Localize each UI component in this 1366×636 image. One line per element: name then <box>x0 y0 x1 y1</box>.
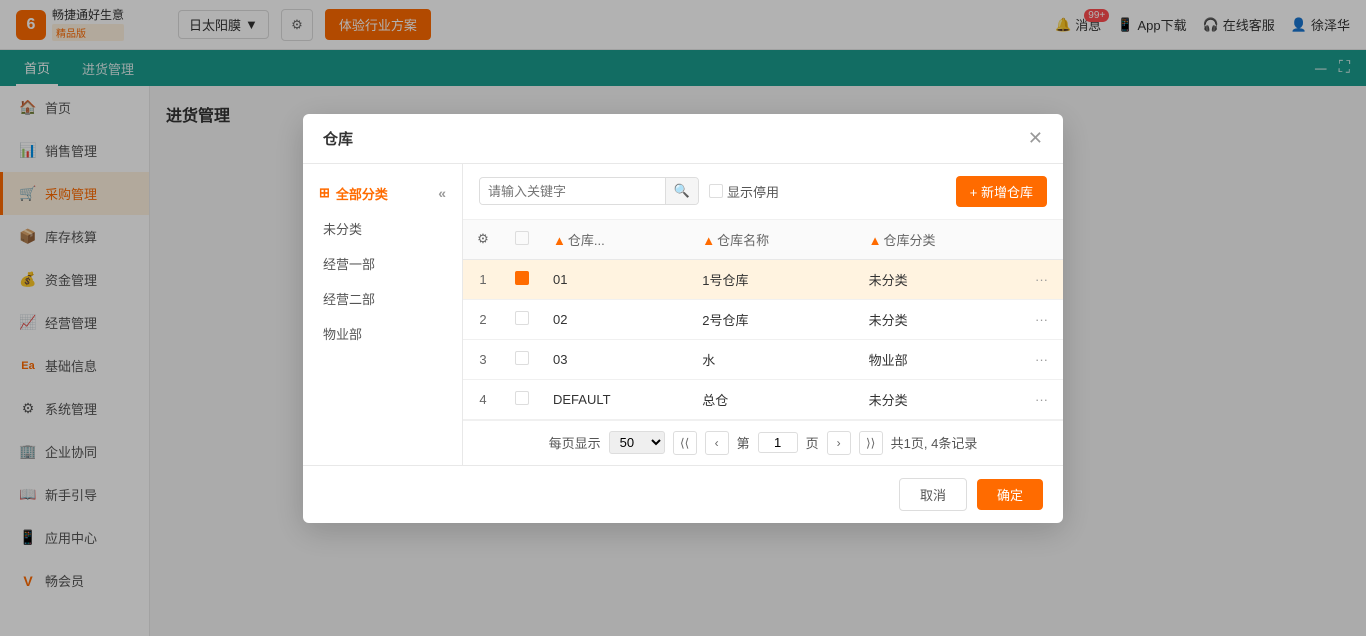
search-input[interactable] <box>480 179 665 204</box>
row-name: 2号仓库 <box>690 299 856 339</box>
modal-header: 仓库 ✕ <box>303 114 1063 164</box>
per-page-label: 每页显示 <box>549 433 601 452</box>
row-more-button[interactable]: ··· <box>1035 392 1048 407</box>
total-info: 共1页, 4条记录 <box>891 433 978 452</box>
prev-page-button[interactable]: ‹ <box>705 431 729 455</box>
modal-close-button[interactable]: ✕ <box>1028 129 1043 147</box>
row-checkbox[interactable] <box>503 299 541 339</box>
row-category: 物业部 <box>857 339 1023 379</box>
modal-title: 仓库 <box>323 128 353 149</box>
category-item-dept1[interactable]: 经营一部 <box>303 246 462 281</box>
row-more-button[interactable]: ··· <box>1035 312 1048 327</box>
pagination: 每页显示 50 20 100 ⟨⟨ ‹ 第 页 › <box>463 420 1063 465</box>
col-code: ▲仓库... <box>541 220 690 260</box>
search-icon[interactable]: 🔍 <box>665 178 698 204</box>
modal-footer: 取消 确定 <box>303 465 1063 523</box>
row-code: 01 <box>541 259 690 299</box>
per-page-select[interactable]: 50 20 100 <box>609 431 665 454</box>
collapse-icon[interactable]: « <box>438 185 446 201</box>
next-page-button[interactable]: › <box>827 431 851 455</box>
row-code: 03 <box>541 339 690 379</box>
header-checkbox[interactable] <box>515 231 529 245</box>
category-item-dept2[interactable]: 经营二部 <box>303 281 462 316</box>
row-category: 未分类 <box>857 379 1023 419</box>
confirm-button[interactable]: 确定 <box>977 479 1043 510</box>
col-category: ▲仓库分类 <box>857 220 1023 260</box>
page-label: 第 <box>737 433 750 452</box>
content-area: 进货管理 仓库 ✕ ⊞ 全部分类 « <box>150 86 1366 636</box>
row-checkbox[interactable] <box>503 259 541 299</box>
col-checkbox <box>503 220 541 260</box>
row-num: 1 <box>463 259 503 299</box>
row-actions[interactable]: ··· <box>1023 339 1063 379</box>
first-page-button[interactable]: ⟨⟨ <box>673 431 697 455</box>
row-num: 3 <box>463 339 503 379</box>
col-settings: ⚙ <box>463 220 503 260</box>
table-row[interactable]: 2 02 2号仓库 未分类 ··· <box>463 299 1063 339</box>
table-row[interactable]: 4 DEFAULT 总仓 未分类 ··· <box>463 379 1063 419</box>
row-code: 02 <box>541 299 690 339</box>
row-more-button[interactable]: ··· <box>1035 352 1048 367</box>
row-actions[interactable]: ··· <box>1023 299 1063 339</box>
cancel-button[interactable]: 取消 <box>899 478 967 511</box>
all-categories-header[interactable]: ⊞ 全部分类 « <box>303 176 462 211</box>
row-category: 未分类 <box>857 259 1023 299</box>
col-name: ▲仓库名称 <box>690 220 856 260</box>
category-panel: ⊞ 全部分类 « 未分类 经营一部 经营二部 <box>303 164 463 465</box>
row-category: 未分类 <box>857 299 1023 339</box>
category-item-property[interactable]: 物业部 <box>303 316 462 351</box>
page-unit: 页 <box>806 433 819 452</box>
warehouse-panel: 🔍 显示停用 + 新增仓库 <box>463 164 1063 465</box>
row-name: 水 <box>690 339 856 379</box>
grid-icon: ⊞ <box>319 185 330 201</box>
last-page-button[interactable]: ⟩⟩ <box>859 431 883 455</box>
category-item-unclassified[interactable]: 未分类 <box>303 211 462 246</box>
col-actions <box>1023 220 1063 260</box>
table-header-row: ⚙ ▲仓库... ▲仓库名称 ▲仓库分类 <box>463 220 1063 260</box>
checkbox-icon <box>709 184 723 198</box>
row-actions[interactable]: ··· <box>1023 259 1063 299</box>
modal-overlay: 仓库 ✕ ⊞ 全部分类 « 未分类 <box>150 86 1366 636</box>
row-checkbox[interactable] <box>503 379 541 419</box>
row-name: 1号仓库 <box>690 259 856 299</box>
show-disabled-label: 显示停用 <box>727 182 779 201</box>
row-checkbox[interactable] <box>503 339 541 379</box>
page-number-input[interactable] <box>758 432 798 453</box>
row-num: 4 <box>463 379 503 419</box>
modal-body: ⊞ 全部分类 « 未分类 经营一部 经营二部 <box>303 164 1063 465</box>
warehouse-table: ⚙ ▲仓库... ▲仓库名称 ▲仓库分类 1 <box>463 220 1063 420</box>
warehouse-toolbar: 🔍 显示停用 + 新增仓库 <box>463 164 1063 220</box>
main-layout: 🏠 首页 📊 销售管理 🛒 采购管理 📦 库存核算 💰 资金管理 📈 经营管理 … <box>0 86 1366 636</box>
all-categories-label: 全部分类 <box>336 184 388 203</box>
table-row[interactable]: 3 03 水 物业部 ··· <box>463 339 1063 379</box>
settings-icon[interactable]: ⚙ <box>477 231 489 246</box>
show-disabled-checkbox[interactable]: 显示停用 <box>709 182 779 201</box>
warehouse-modal: 仓库 ✕ ⊞ 全部分类 « 未分类 <box>303 114 1063 523</box>
row-actions[interactable]: ··· <box>1023 379 1063 419</box>
search-wrap: 🔍 <box>479 177 699 205</box>
add-warehouse-button[interactable]: + 新增仓库 <box>956 176 1047 207</box>
row-num: 2 <box>463 299 503 339</box>
row-more-button[interactable]: ··· <box>1035 272 1048 287</box>
row-code: DEFAULT <box>541 379 690 419</box>
row-name: 总仓 <box>690 379 856 419</box>
table-row[interactable]: 1 01 1号仓库 未分类 ··· <box>463 259 1063 299</box>
